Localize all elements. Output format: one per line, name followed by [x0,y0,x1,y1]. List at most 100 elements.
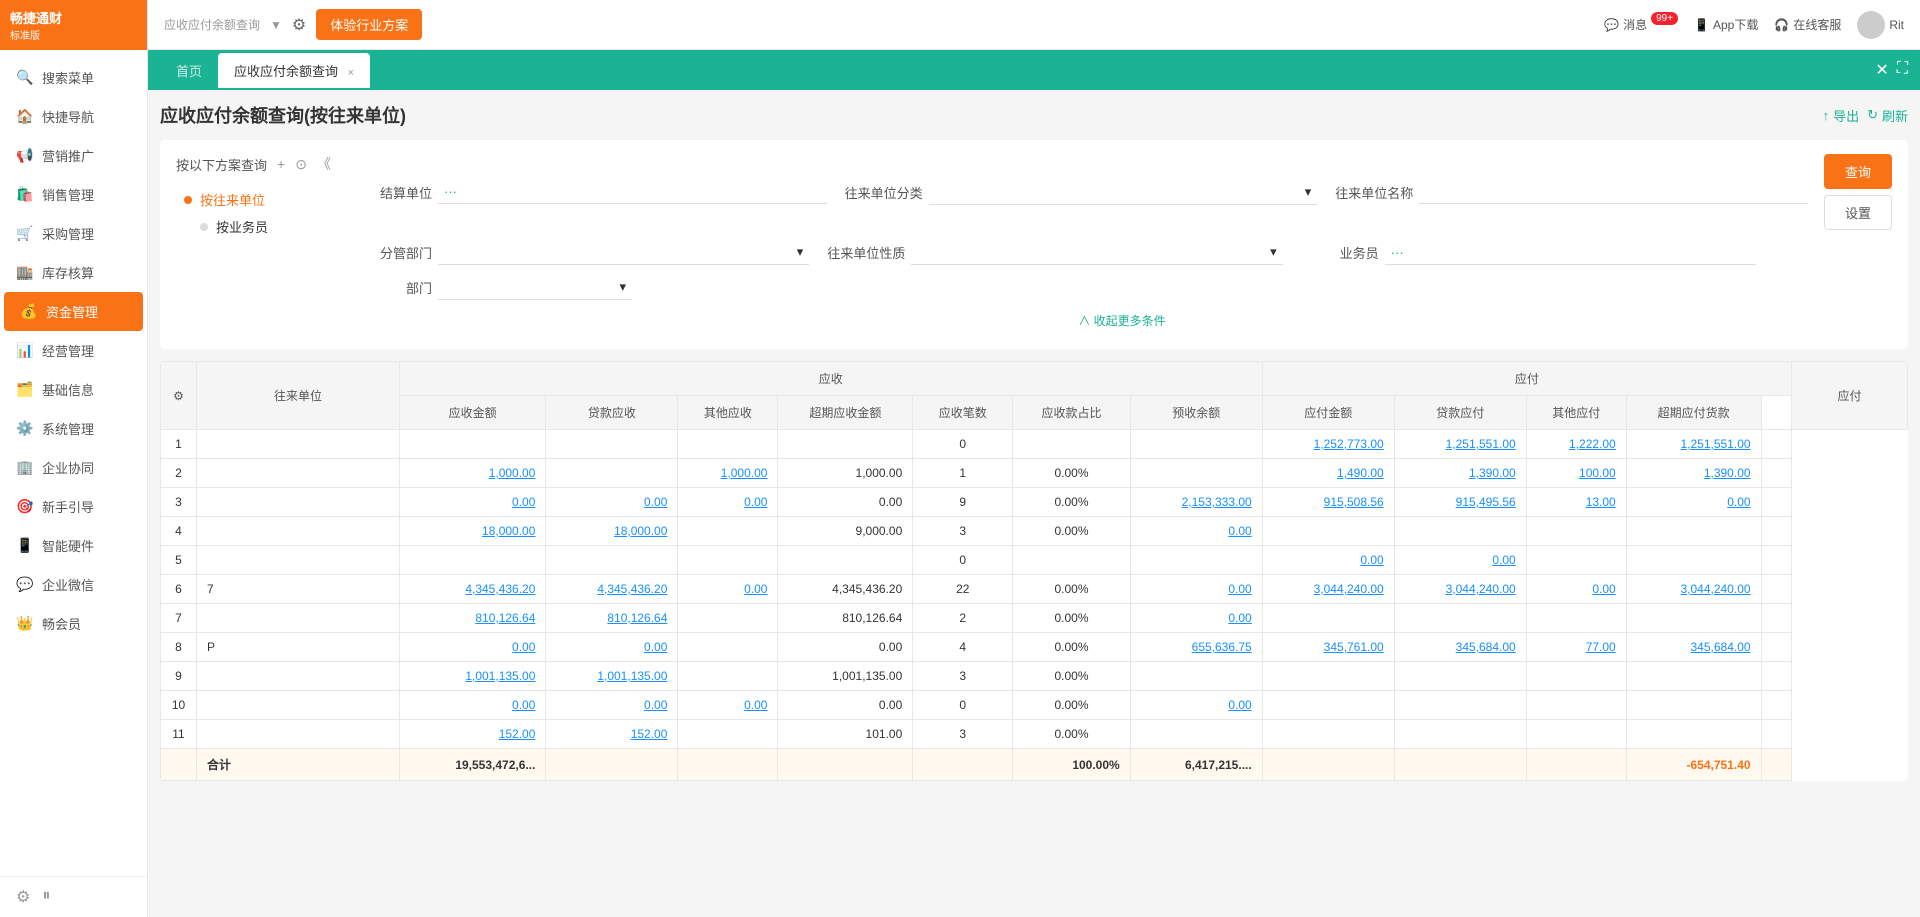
sidebar-item-finance[interactable]: 💰资金管理 [4,292,143,331]
link-payable_amount[interactable]: 0.00 [1360,553,1383,567]
link-receivable_amount[interactable]: 0.00 [512,495,535,509]
cell-receivable_amount[interactable]: 1,000.00 [399,459,546,488]
link-prepaid_balance[interactable]: 2,153,333.00 [1182,495,1252,509]
settlement-unit-input[interactable]: ··· [438,180,827,204]
sidebar-item-search-menu[interactable]: 🔍搜索菜单 [0,58,147,97]
cell-payable_amount[interactable]: 1,490.00 [1262,459,1394,488]
link-payable_amount[interactable]: 1,490.00 [1337,466,1384,480]
cell-receivable_amount[interactable]: 4,345,436.20 [399,575,546,604]
link-overdue_payable[interactable]: 1,390.00 [1704,466,1751,480]
link-other_payable[interactable]: 77.00 [1586,640,1616,654]
query-button[interactable]: 查询 [1824,154,1892,189]
cell-prepaid_balance[interactable]: 0.00 [1130,575,1262,604]
cell-other_payable[interactable]: 0.00 [1526,575,1626,604]
tab-expand-icon[interactable]: ⛶ [1897,60,1908,80]
online-service-btn[interactable]: 🎧 在线客服 [1774,16,1841,33]
filter-option-counterparty[interactable]: 按往来单位 [176,186,336,213]
link-loan_receivable[interactable]: 0.00 [644,640,667,654]
cell-loan_receivable[interactable]: 0.00 [546,633,678,662]
cell-other_receivable[interactable]: 0.00 [678,575,778,604]
link-receivable_amount[interactable]: 152.00 [499,727,536,741]
link-loan_receivable[interactable]: 0.00 [644,495,667,509]
th-settings[interactable]: ⚙ [161,362,197,430]
filter-option-salesman[interactable]: 按业务员 [192,213,336,240]
tab-close-icon[interactable]: × [348,67,354,79]
cell-overdue_payable[interactable]: 0.00 [1626,488,1761,517]
link-loan_payable[interactable]: 0.00 [1492,553,1515,567]
link-receivable_amount[interactable]: 0.00 [512,640,535,654]
cell-receivable_amount[interactable]: 810,126.64 [399,604,546,633]
link-receivable_amount[interactable]: 1,000.00 [489,466,536,480]
link-receivable_amount[interactable]: 18,000.00 [482,524,535,538]
sidebar-item-purchase[interactable]: 🛒采购管理 [0,214,147,253]
user-avatar[interactable]: Rit [1857,11,1904,39]
cell-loan_receivable[interactable]: 0.00 [546,488,678,517]
cell-loan_payable[interactable]: 0.00 [1394,546,1526,575]
cell-receivable_amount[interactable]: 0.00 [399,691,546,720]
cell-prepaid_balance[interactable]: 0.00 [1130,604,1262,633]
sidebar-item-quick-nav[interactable]: 🏠快捷导航 [0,97,147,136]
link-overdue_payable[interactable]: 1,251,551.00 [1680,437,1750,451]
link-loan_payable[interactable]: 3,044,240.00 [1446,582,1516,596]
link-receivable_amount[interactable]: 4,345,436.20 [465,582,535,596]
cell-prepaid_balance[interactable]: 2,153,333.00 [1130,488,1262,517]
cell-payable_amount[interactable]: 1,252,773.00 [1262,430,1394,459]
counterparty-nature-select[interactable]: ▾ [911,240,1282,265]
cell-payable_amount[interactable]: 0.00 [1262,546,1394,575]
setup-button[interactable]: 设置 [1824,195,1892,230]
collapse-icon[interactable]: ⏸ [42,887,50,907]
link-other_receivable[interactable]: 0.00 [744,495,767,509]
filter-add-icon[interactable]: + [277,156,285,172]
sidebar-item-basic-info[interactable]: 🗂️基础信息 [0,370,147,409]
link-other_payable[interactable]: 1,222.00 [1569,437,1616,451]
filter-collapse-icon[interactable]: 《 [317,154,331,174]
link-other_payable[interactable]: 0.00 [1592,582,1615,596]
sidebar-item-operation[interactable]: 📊经营管理 [0,331,147,370]
link-loan_receivable[interactable]: 0.00 [644,698,667,712]
cell-receivable_amount[interactable]: 18,000.00 [399,517,546,546]
sidebar-item-corp-wechat[interactable]: 💬企业微信 [0,565,147,604]
cell-overdue_payable[interactable]: 3,044,240.00 [1626,575,1761,604]
link-prepaid_balance[interactable]: 0.00 [1228,582,1251,596]
sidebar-item-enterprise[interactable]: 🏢企业协同 [0,448,147,487]
cell-overdue_payable[interactable]: 1,251,551.00 [1626,430,1761,459]
cell-other_payable[interactable]: 100.00 [1526,459,1626,488]
salesman-input[interactable]: ··· [1385,241,1756,265]
link-overdue_payable[interactable]: 3,044,240.00 [1680,582,1750,596]
sidebar-item-member[interactable]: 👑畅会员 [0,604,147,643]
link-loan_receivable[interactable]: 810,126.64 [607,611,667,625]
link-payable_amount[interactable]: 915,508.56 [1324,495,1384,509]
counterparty-category-select[interactable]: ▾ [929,180,1318,205]
cell-loan_receivable[interactable]: 4,345,436.20 [546,575,678,604]
cell-loan_payable[interactable]: 915,495.56 [1394,488,1526,517]
cell-other_payable[interactable]: 1,222.00 [1526,430,1626,459]
cell-overdue_payable[interactable]: 345,684.00 [1626,633,1761,662]
link-loan_receivable[interactable]: 18,000.00 [614,524,667,538]
link-prepaid_balance[interactable]: 0.00 [1228,611,1251,625]
cell-prepaid_balance[interactable]: 0.00 [1130,691,1262,720]
collapse-bar[interactable]: ∧ 收起更多条件 [352,306,1892,335]
cell-loan_receivable[interactable]: 0.00 [546,691,678,720]
cell-other_payable[interactable]: 77.00 [1526,633,1626,662]
cell-payable_amount[interactable]: 3,044,240.00 [1262,575,1394,604]
app-download-btn[interactable]: 📱 App下载 [1694,16,1758,33]
cell-payable_amount[interactable]: 915,508.56 [1262,488,1394,517]
link-prepaid_balance[interactable]: 655,636.75 [1192,640,1252,654]
link-other_receivable[interactable]: 0.00 [744,582,767,596]
tab-ar-ap[interactable]: 应收应付余额查询 × [218,53,370,88]
cell-loan_receivable[interactable]: 18,000.00 [546,517,678,546]
cell-receivable_amount[interactable]: 0.00 [399,488,546,517]
tab-home[interactable]: 首页 [160,53,218,88]
cell-other_receivable[interactable]: 1,000.00 [678,459,778,488]
refresh-button[interactable]: ↻ 刷新 [1867,106,1908,125]
notification-btn[interactable]: 💬 消息 99+ [1604,16,1678,33]
cell-loan_receivable[interactable]: 1,001,135.00 [546,662,678,691]
cell-loan_receivable[interactable]: 810,126.64 [546,604,678,633]
cell-loan_receivable[interactable]: 152.00 [546,720,678,749]
cell-receivable_amount[interactable]: 152.00 [399,720,546,749]
header-gear-icon[interactable]: ⚙ [292,15,306,35]
settings-icon[interactable]: ⚙ [16,887,30,907]
link-loan_receivable[interactable]: 4,345,436.20 [597,582,667,596]
link-prepaid_balance[interactable]: 0.00 [1228,698,1251,712]
link-payable_amount[interactable]: 3,044,240.00 [1314,582,1384,596]
